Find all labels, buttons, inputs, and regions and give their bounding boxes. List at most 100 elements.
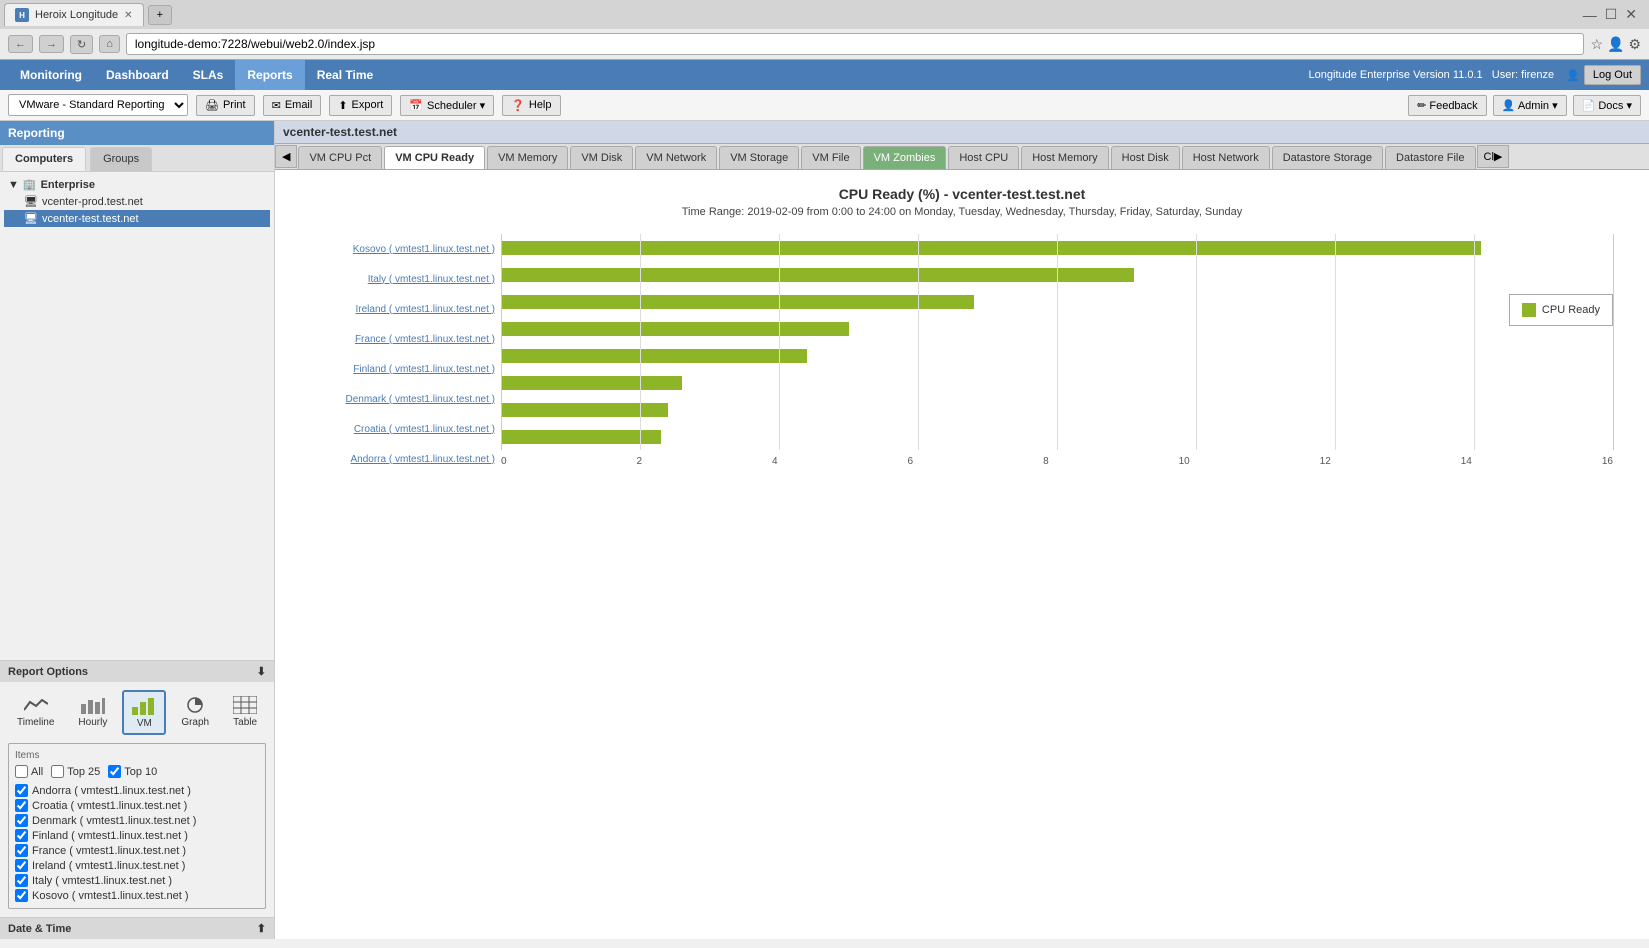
bar-label-kosovo[interactable]: Kosovo ( vmtest1.linux.test.net ) xyxy=(311,243,495,256)
list-item[interactable]: Italy ( vmtest1.linux.test.net ) xyxy=(15,874,259,887)
export-button[interactable]: ⬆ Export xyxy=(329,95,392,116)
tree-vcenter-test[interactable]: 🖥 vcenter-test.test.net xyxy=(4,210,270,227)
top25-checkbox[interactable] xyxy=(51,765,64,778)
bar-label-france[interactable]: France ( vmtest1.linux.test.net ) xyxy=(311,333,495,346)
tab-hostnetwork[interactable]: Host Network xyxy=(1182,146,1270,169)
nav-reports[interactable]: Reports xyxy=(235,60,304,90)
tab-datastorestorage[interactable]: Datastore Storage xyxy=(1272,146,1383,169)
timeline-view-button[interactable]: Timeline xyxy=(8,690,63,735)
nav-slas[interactable]: SLAs xyxy=(181,60,236,90)
graph-icon xyxy=(183,695,207,715)
vm-view-button[interactable]: VM xyxy=(122,690,166,735)
bar-label-finland[interactable]: Finland ( vmtest1.linux.test.net ) xyxy=(311,363,495,376)
items-group: Items All Top 25 Top 10 xyxy=(8,743,266,909)
item-finland-checkbox[interactable] xyxy=(15,829,28,842)
tab-vmcpuready[interactable]: VM CPU Ready xyxy=(384,146,485,169)
browser-tab[interactable]: H Heroix Longitude ✕ xyxy=(4,3,144,26)
item-ireland-checkbox[interactable] xyxy=(15,859,28,872)
browser-chrome: H Heroix Longitude ✕ + — ☐ ✕ ← → ↻ ⌂ ☆ 👤… xyxy=(0,0,1649,60)
new-tab-button[interactable]: + xyxy=(148,5,172,25)
tab-vmstorage[interactable]: VM Storage xyxy=(719,146,799,169)
sidebar: Reporting Computers Groups ▼ 🏢 Enterpris… xyxy=(0,121,275,939)
feedback-button[interactable]: ✏ Feedback xyxy=(1408,95,1487,116)
user-profile-button[interactable]: 👤 xyxy=(1607,36,1624,53)
list-item[interactable]: Croatia ( vmtest1.linux.test.net ) xyxy=(15,799,259,812)
nav-dashboard[interactable]: Dashboard xyxy=(94,60,181,90)
tree-enterprise[interactable]: ▼ 🏢 Enterprise xyxy=(4,176,270,193)
bar-label-andorra[interactable]: Andorra ( vmtest1.linux.test.net ) xyxy=(311,453,495,466)
x-label-2: 2 xyxy=(637,456,643,467)
hourly-view-button[interactable]: Hourly xyxy=(69,690,116,735)
tree-vcenter-prod[interactable]: 🖥 vcenter-prod.test.net xyxy=(4,193,270,210)
tab-hostmemory[interactable]: Host Memory xyxy=(1021,146,1108,169)
maximize-button[interactable]: ☐ xyxy=(1605,6,1618,23)
tab-prev-button[interactable]: ◀ xyxy=(275,145,297,168)
list-item[interactable]: Finland ( vmtest1.linux.test.net ) xyxy=(15,829,259,842)
sidebar-header: Reporting xyxy=(0,121,274,145)
top25-checkbox-label[interactable]: Top 25 xyxy=(51,765,100,778)
scheduler-button[interactable]: 📅 Scheduler ▾ xyxy=(400,95,494,116)
email-button[interactable]: ✉ Email xyxy=(263,95,322,116)
list-item[interactable]: Andorra ( vmtest1.linux.test.net ) xyxy=(15,784,259,797)
item-italy-checkbox[interactable] xyxy=(15,874,28,887)
item-croatia-checkbox[interactable] xyxy=(15,799,28,812)
logout-button[interactable]: Log Out xyxy=(1584,65,1641,85)
nav-realtime[interactable]: Real Time xyxy=(305,60,385,90)
tab-vmdisk[interactable]: VM Disk xyxy=(570,146,633,169)
admin-button[interactable]: 👤 Admin ▾ xyxy=(1493,95,1567,116)
report-options-content: Timeline Hourly VM xyxy=(0,682,274,917)
tab-next-button[interactable]: Cl▶ xyxy=(1477,145,1510,168)
x-label-0: 0 xyxy=(501,456,507,467)
graph-view-button[interactable]: Graph xyxy=(172,690,218,735)
tab-vmcpupct[interactable]: VM CPU Pct xyxy=(298,146,382,169)
bar-label-denmark[interactable]: Denmark ( vmtest1.linux.test.net ) xyxy=(311,393,495,406)
tab-datastorefile[interactable]: Datastore File xyxy=(1385,146,1475,169)
bar-label-croatia[interactable]: Croatia ( vmtest1.linux.test.net ) xyxy=(311,423,495,436)
url-input[interactable] xyxy=(126,33,1585,55)
bookmark-button[interactable]: ☆ xyxy=(1590,36,1603,53)
list-item[interactable]: Denmark ( vmtest1.linux.test.net ) xyxy=(15,814,259,827)
tab-vmzombies[interactable]: VM Zombies xyxy=(863,146,947,169)
tab-hostcpu[interactable]: Host CPU xyxy=(948,146,1019,169)
report-options-header[interactable]: Report Options ⬇ xyxy=(0,661,274,682)
tab-vmfile[interactable]: VM File xyxy=(801,146,860,169)
datetime-header[interactable]: Date & Time ⬆ xyxy=(0,918,274,939)
forward-button[interactable]: → xyxy=(39,35,64,53)
reload-button[interactable]: ↻ xyxy=(70,35,93,54)
table-view-button[interactable]: Table xyxy=(224,690,266,735)
chart-area: CPU Ready (%) - vcenter-test.test.net Ti… xyxy=(275,170,1649,939)
nav-monitoring[interactable]: Monitoring xyxy=(8,60,94,90)
list-item[interactable]: France ( vmtest1.linux.test.net ) xyxy=(15,844,259,857)
home-button[interactable]: ⌂ xyxy=(99,35,120,53)
list-item[interactable]: Ireland ( vmtest1.linux.test.net ) xyxy=(15,859,259,872)
item-denmark-checkbox[interactable] xyxy=(15,814,28,827)
tab-vmnetwork[interactable]: VM Network xyxy=(635,146,717,169)
bar-row-ireland xyxy=(501,291,1613,313)
minimize-button[interactable]: — xyxy=(1583,6,1597,23)
back-button[interactable]: ← xyxy=(8,35,33,53)
bar-label-italy[interactable]: Italy ( vmtest1.linux.test.net ) xyxy=(311,273,495,286)
sidebar-tab-computers[interactable]: Computers xyxy=(2,147,86,171)
docs-button[interactable]: 📄 Docs ▾ xyxy=(1573,95,1641,116)
close-button[interactable]: ✕ xyxy=(1625,6,1637,23)
tab-title: Heroix Longitude xyxy=(35,9,118,21)
chart-bars-container: 0 2 4 6 8 10 12 14 16 xyxy=(501,234,1613,474)
item-kosovo-checkbox[interactable] xyxy=(15,889,28,902)
item-france-checkbox[interactable] xyxy=(15,844,28,857)
reporting-select[interactable]: VMware - Standard Reporting xyxy=(8,94,188,116)
print-button[interactable]: 🖨 Print xyxy=(196,95,255,116)
extensions-button[interactable]: ⚙ xyxy=(1628,36,1641,53)
all-checkbox-label[interactable]: All xyxy=(15,765,43,778)
bar-label-ireland[interactable]: Ireland ( vmtest1.linux.test.net ) xyxy=(311,303,495,316)
folder-icon: 🏢 xyxy=(23,178,37,191)
help-button[interactable]: ❓ Help xyxy=(502,95,560,116)
tab-close-button[interactable]: ✕ xyxy=(124,10,132,21)
tab-vmmemory[interactable]: VM Memory xyxy=(487,146,568,169)
all-checkbox[interactable] xyxy=(15,765,28,778)
sidebar-tab-groups[interactable]: Groups xyxy=(90,147,152,171)
item-andorra-checkbox[interactable] xyxy=(15,784,28,797)
tab-hostdisk[interactable]: Host Disk xyxy=(1111,146,1180,169)
list-item[interactable]: Kosovo ( vmtest1.linux.test.net ) xyxy=(15,889,259,902)
top10-checkbox-label[interactable]: Top 10 xyxy=(108,765,157,778)
top10-checkbox[interactable] xyxy=(108,765,121,778)
